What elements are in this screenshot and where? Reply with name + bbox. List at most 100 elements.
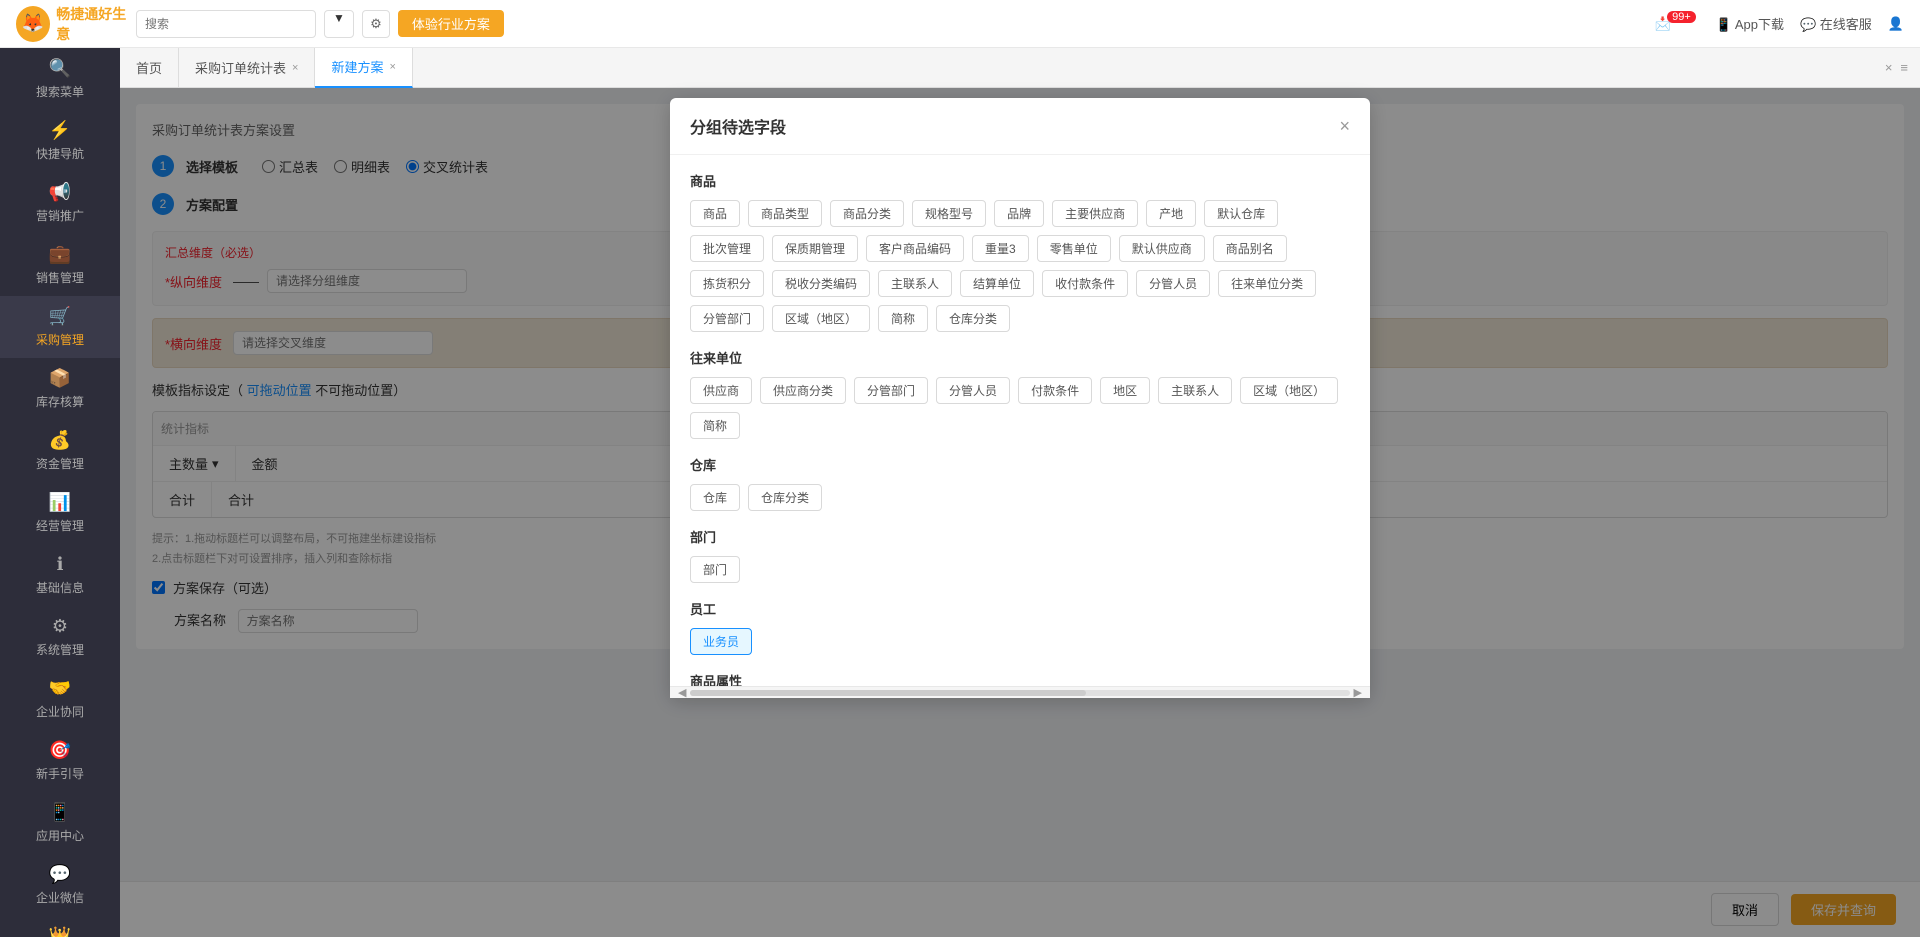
section-warehouse: 仓库 仓库 仓库分类 <box>690 455 1350 511</box>
sidebar-label-operation: 经营管理 <box>36 517 84 534</box>
sidebar-item-collab[interactable]: 🤝 企业协同 <box>0 668 120 730</box>
field-tag-goods-alias[interactable]: 商品别名 <box>1213 235 1287 262</box>
tab-purchase-close-icon[interactable]: × <box>292 62 298 74</box>
field-tag-customer-code[interactable]: 客户商品编码 <box>866 235 964 262</box>
field-tag-spec[interactable]: 规格型号 <box>912 200 986 227</box>
field-tag-supplier[interactable]: 供应商 <box>690 377 752 404</box>
inventory-icon: 📦 <box>49 368 71 389</box>
field-tag-partner-short[interactable]: 简称 <box>690 412 740 439</box>
field-tag-goods-category[interactable]: 商品分类 <box>830 200 904 227</box>
tab-bar-more-icon[interactable]: ≡ <box>1900 60 1908 75</box>
sidebar-item-system[interactable]: ⚙ 系统管理 <box>0 606 120 668</box>
field-tag-warehouse[interactable]: 仓库 <box>690 484 740 511</box>
sidebar-item-search[interactable]: 🔍 搜索菜单 <box>0 48 120 110</box>
tab-purchase-stats-label: 采购订单统计表 <box>195 58 286 77</box>
tab-new-plan[interactable]: 新建方案 × <box>315 48 412 88</box>
sidebar-item-wechat[interactable]: 💬 企业微信 <box>0 854 120 916</box>
field-tag-retail-unit[interactable]: 零售单位 <box>1037 235 1111 262</box>
field-tag-short-name[interactable]: 简称 <box>878 305 928 332</box>
field-tag-partner-region[interactable]: 区域（地区） <box>1240 377 1338 404</box>
tab-home[interactable]: 首页 <box>120 48 179 88</box>
search-input[interactable] <box>136 10 316 38</box>
field-tag-wh-category[interactable]: 仓库分类 <box>748 484 822 511</box>
user-avatar[interactable]: 👤 <box>1888 16 1904 32</box>
sidebar-item-operation[interactable]: 📊 经营管理 <box>0 482 120 544</box>
modal-title: 分组待选字段 <box>690 114 786 138</box>
sidebar-item-finance[interactable]: 💰 资金管理 <box>0 420 120 482</box>
gear-button[interactable]: ⚙ <box>362 10 390 38</box>
field-tag-partner-dept[interactable]: 分管部门 <box>854 377 928 404</box>
field-tag-dept[interactable]: 分管部门 <box>690 305 764 332</box>
sidebar-item-app-center[interactable]: 📱 应用中心 <box>0 792 120 854</box>
app-download-link[interactable]: 📱 App下载 <box>1716 14 1784 33</box>
sidebar-label-search: 搜索菜单 <box>36 83 84 100</box>
sidebar-item-member[interactable]: 👑 畅会员 <box>0 916 120 937</box>
field-tag-weight[interactable]: 重量3 <box>972 235 1029 262</box>
field-tag-area[interactable]: 地区 <box>1100 377 1150 404</box>
member-icon: 👑 <box>49 926 71 937</box>
field-tag-manager[interactable]: 分管人员 <box>1136 270 1210 297</box>
field-tag-shelf-life[interactable]: 保质期管理 <box>772 235 858 262</box>
field-tag-supplier-category[interactable]: 供应商分类 <box>760 377 846 404</box>
hscroll-track[interactable] <box>690 690 1349 696</box>
sidebar-item-inventory[interactable]: 📦 库存核算 <box>0 358 120 420</box>
field-tag-settle-unit[interactable]: 结算单位 <box>960 270 1034 297</box>
section-product-attr: 商品属性 属性 颜色 多规格 尺码 鞋码 1 <box>690 671 1350 686</box>
sidebar-bottom: 📱 应用中心 💬 企业微信 👑 畅会员 <box>0 792 120 937</box>
sidebar-item-newbie[interactable]: 🎯 新手引导 <box>0 730 120 792</box>
tab-bar-close-icon[interactable]: × <box>1885 60 1893 75</box>
modal-horizontal-scrollbar[interactable]: ◀ ▶ <box>670 686 1370 698</box>
field-tag-salesperson[interactable]: 业务员 <box>690 628 752 655</box>
sidebar-item-sales[interactable]: 💼 销售管理 <box>0 234 120 296</box>
tab-bar: 首页 采购订单统计表 × 新建方案 × × ≡ <box>120 48 1920 88</box>
modal-body[interactable]: 商品 商品 商品类型 商品分类 规格型号 品牌 主要供应商 产地 默认仓库 批次… <box>670 155 1370 686</box>
field-tag-payment-cond[interactable]: 付款条件 <box>1018 377 1092 404</box>
field-tag-department[interactable]: 部门 <box>690 556 740 583</box>
field-tag-payment-terms[interactable]: 收付款条件 <box>1042 270 1128 297</box>
sidebar-label-wechat: 企业微信 <box>36 889 84 906</box>
field-tag-main-contact[interactable]: 主联系人 <box>878 270 952 297</box>
field-tag-region[interactable]: 区域（地区） <box>772 305 870 332</box>
section-department: 部门 部门 <box>690 527 1350 583</box>
tab-new-plan-close-icon[interactable]: × <box>389 61 395 73</box>
field-tag-partner-contact[interactable]: 主联系人 <box>1158 377 1232 404</box>
collab-icon: 🤝 <box>49 678 71 699</box>
field-tag-default-supplier[interactable]: 默认供应商 <box>1119 235 1205 262</box>
app-name: 畅捷通好生意 <box>56 4 136 44</box>
field-tag-partner-category[interactable]: 往来单位分类 <box>1218 270 1316 297</box>
field-tag-warehouse-category[interactable]: 仓库分类 <box>936 305 1010 332</box>
sidebar-item-purchase[interactable]: 🛒 采购管理 <box>0 296 120 358</box>
online-service-link[interactable]: 💬 在线客服 <box>1800 14 1872 33</box>
partner-field-grid: 供应商 供应商分类 分管部门 分管人员 付款条件 地区 主联系人 区域（地区） … <box>690 377 1350 439</box>
header-dropdown[interactable]: ▼ <box>324 10 354 38</box>
logo-icon: 🦊 <box>16 6 50 42</box>
field-tag-goods-type[interactable]: 商品类型 <box>748 200 822 227</box>
sidebar-label-inventory: 库存核算 <box>36 393 84 410</box>
field-tag-goods[interactable]: 商品 <box>690 200 740 227</box>
hscroll-left-arrow[interactable]: ◀ <box>674 686 690 699</box>
field-tag-pick-points[interactable]: 拣货积分 <box>690 270 764 297</box>
field-tag-default-warehouse[interactable]: 默认仓库 <box>1204 200 1278 227</box>
sidebar-item-basic-info[interactable]: ℹ 基础信息 <box>0 544 120 606</box>
field-tag-tax-code[interactable]: 税收分类编码 <box>772 270 870 297</box>
message-icon[interactable]: 📩99+ <box>1655 16 1700 32</box>
sidebar-item-quick-nav[interactable]: ⚡ 快捷导航 <box>0 110 120 172</box>
field-tag-partner-manager[interactable]: 分管人员 <box>936 377 1010 404</box>
sidebar-label-system: 系统管理 <box>36 641 84 658</box>
tab-purchase-stats[interactable]: 采购订单统计表 × <box>179 48 315 88</box>
sidebar-label-purchase: 采购管理 <box>36 331 84 348</box>
header-right: 📩99+ 📱 App下载 💬 在线客服 👤 <box>1655 14 1904 33</box>
field-tag-brand[interactable]: 品牌 <box>994 200 1044 227</box>
modal-close-button[interactable]: × <box>1339 116 1350 137</box>
hscroll-thumb <box>690 690 1085 696</box>
sidebar-item-marketing[interactable]: 📢 营销推广 <box>0 172 120 234</box>
section-partner: 往来单位 供应商 供应商分类 分管部门 分管人员 付款条件 地区 主联系人 区域… <box>690 348 1350 439</box>
field-tag-main-supplier[interactable]: 主要供应商 <box>1052 200 1138 227</box>
newbie-icon: 🎯 <box>49 740 71 761</box>
field-tag-origin[interactable]: 产地 <box>1146 200 1196 227</box>
finance-icon: 💰 <box>49 430 71 451</box>
try-industry-button[interactable]: 体验行业方案 <box>398 10 504 37</box>
hscroll-right-arrow[interactable]: ▶ <box>1350 686 1366 699</box>
field-tag-batch[interactable]: 批次管理 <box>690 235 764 262</box>
modal-overlay: 分组待选字段 × 商品 商品 商品类型 商品分类 规格型号 品牌 主要供应商 产… <box>120 88 1920 937</box>
